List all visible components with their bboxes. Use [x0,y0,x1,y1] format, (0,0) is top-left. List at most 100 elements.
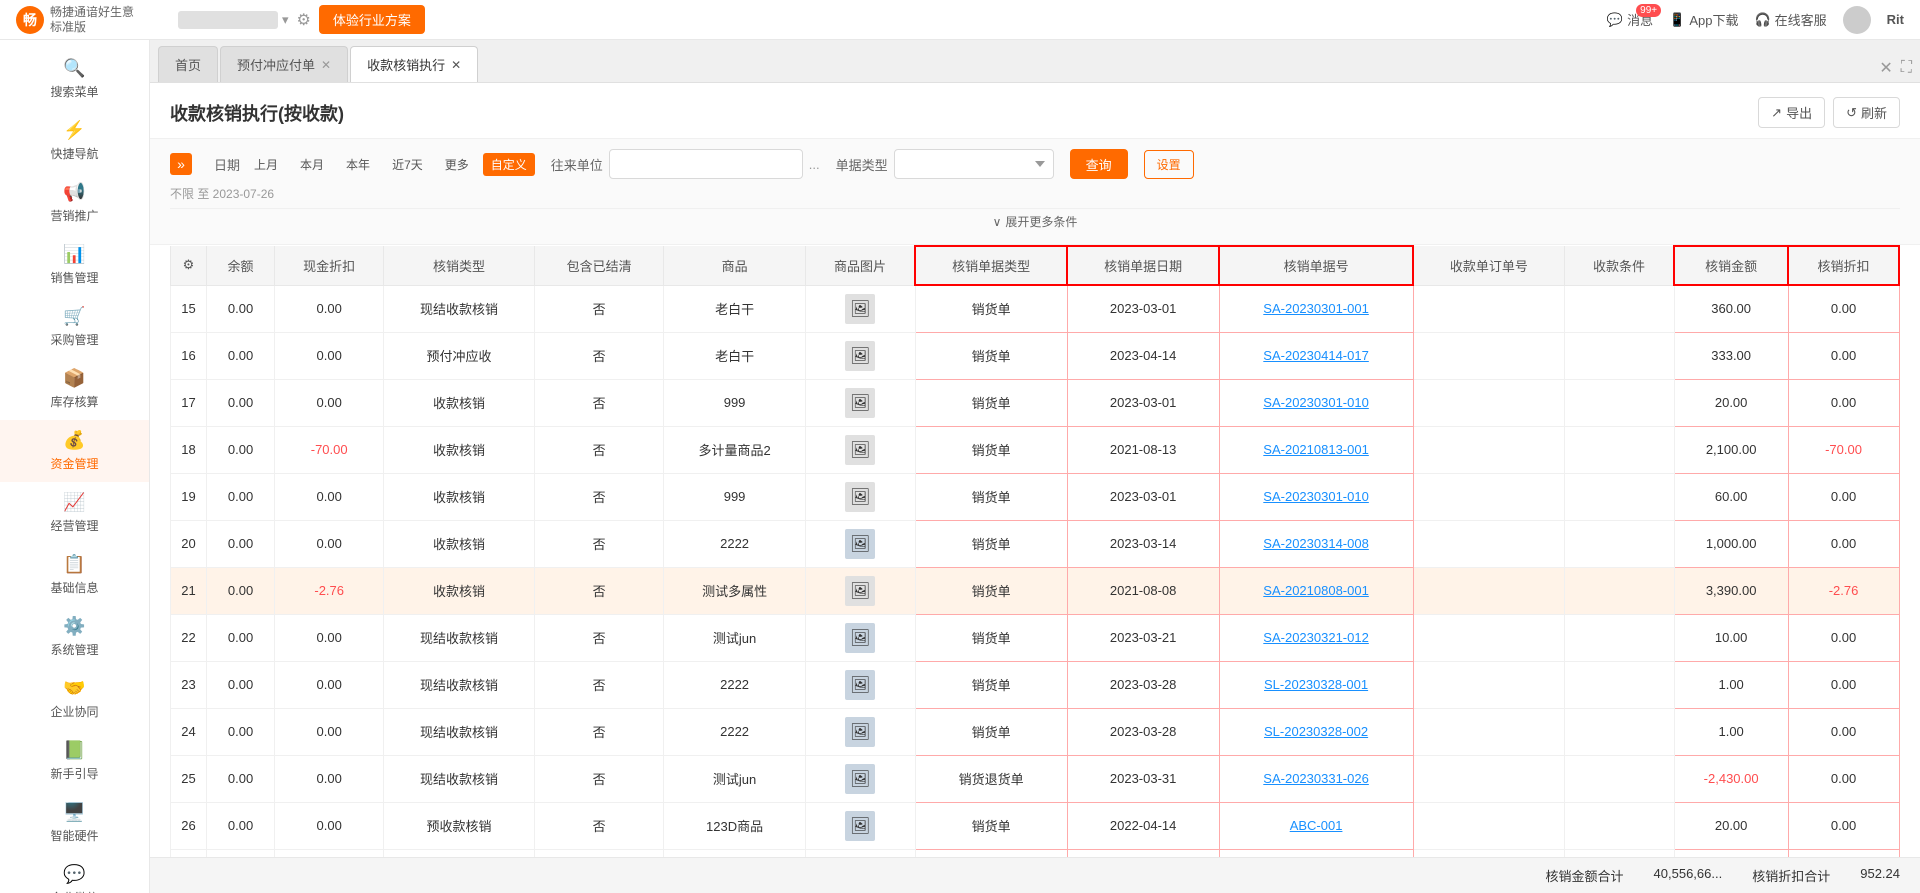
cell-verify-type: 现结收款核销 [384,755,534,802]
sidebar-icon-0: 🔍 [63,58,85,79]
cell-include-settled: 否 [534,285,664,332]
verify-amount-value: 1.00 [1718,724,1743,739]
last-7days-btn[interactable]: 近7天 [384,153,431,176]
cell-bill-no[interactable]: SL-20230328-001 [1219,661,1413,708]
user-avatar[interactable] [1843,6,1871,34]
cell-bill-no[interactable]: SA-20230321-012 [1219,614,1413,661]
cell-id: 15 [171,285,207,332]
cell-bill-no[interactable]: SA-20230331-026 [1219,755,1413,802]
date-group: 上月 本月 本年 近7天 更多 自定义 [246,153,535,176]
table-row: 22 0.00 0.00 现结收款核销 否 测试jun 🖼 销货单 2023-0… [171,614,1900,661]
notification-item[interactable]: 💬 消息 99+ [1607,10,1653,29]
this-month-btn[interactable]: 本月 [292,153,332,176]
cell-goods: 123D商品 [664,802,805,849]
cell-verify-discount: 0.00 [1788,849,1899,857]
counterparty-input[interactable] [609,149,803,179]
cell-bill-date: 2023-03-28 [1067,708,1219,755]
tab-close-1[interactable]: ✕ [321,58,331,72]
sidebar-item-7[interactable]: 📈经营管理 [0,482,149,544]
bill-type-select[interactable] [894,149,1054,179]
cell-bill-no[interactable]: SA-20230314-008 [1219,520,1413,567]
filter-row-2: 不限 至 2023-07-26 [170,185,1900,202]
table-row: 25 0.00 0.00 现结收款核销 否 测试jun 🖼 销货退货单 2023… [171,755,1900,802]
refresh-button[interactable]: ↺ 刷新 [1833,97,1900,128]
sidebar-item-11[interactable]: 📗新手引导 [0,730,149,792]
tabs-bar: 首页预付冲应付单✕ 收款核销执行 ✕ ✕ ⛶ [150,40,1920,82]
company-selector[interactable]: ▾ [178,11,289,29]
tab-1[interactable]: 预付冲应付单✕ [220,46,348,82]
col-header-settings[interactable]: ⚙ [171,246,207,285]
sidebar-item-4[interactable]: 🛒采购管理 [0,296,149,358]
more-btn[interactable]: 更多 [437,153,477,176]
cell-bill-no[interactable]: SA-20210808-001 [1219,567,1413,614]
cell-verify-amount: 20.00 [1674,802,1788,849]
sidebar-item-5[interactable]: 📦库存核算 [0,358,149,420]
filter-collapse-btn[interactable]: » [170,153,192,175]
cell-bill-no[interactable]: SL-20230328-002 [1219,708,1413,755]
goods-image: 🖼 [845,811,875,841]
export-button[interactable]: ↗ 导出 [1758,97,1825,128]
sidebar-item-0[interactable]: 🔍 搜索菜单 [0,48,149,110]
logo-text: 畅捷通谙好生意 标准版 [50,5,134,34]
sidebar-icon-11: 📗 [63,740,85,761]
cell-bill-no[interactable]: SA-20230301-001 [1219,285,1413,332]
app-download-item[interactable]: 📱 App下载 [1669,10,1738,29]
logo-area: 畅 畅捷通谙好生意 标准版 [16,5,166,34]
tab-2[interactable]: 收款核销执行 ✕ [350,46,478,83]
tab-close-2[interactable]: ✕ [451,58,461,72]
cell-receipt-order-no [1413,520,1564,567]
cell-goods-img: 🖼 [805,755,915,802]
sidebar-item-1[interactable]: ⚡快捷导航 [0,110,149,172]
sidebar-item-9[interactable]: ⚙️系统管理 [0,606,149,668]
tab-label-0: 首页 [175,55,201,74]
tab-close-window-btn[interactable]: ✕ [1879,58,1892,78]
settings-icon[interactable]: ⚙ [297,10,311,30]
cell-bill-no[interactable]: SL-20230408-001 [1219,849,1413,857]
cell-bill-no[interactable]: SA-20230301-010 [1219,473,1413,520]
this-year-btn[interactable]: 本年 [338,153,378,176]
sidebar-label-0: 搜索菜单 [50,83,98,100]
table-header: ⚙ 余额 现金折扣 核销类型 包含已结清 商品 商品图片 核销单据类型 核销单据… [171,246,1900,285]
cell-bill-no[interactable]: ABC-001 [1219,802,1413,849]
cell-cash-discount: 0.00 [275,332,384,379]
cell-verify-type: 现结收款核销 [384,614,534,661]
cell-bill-no[interactable]: SA-20230414-017 [1219,332,1413,379]
cell-goods-img: 🖼 [805,426,915,473]
cell-id: 23 [171,661,207,708]
col-header-verify-type: 核销类型 [384,246,534,285]
table-row: 18 0.00 -70.00 收款核销 否 多计量商品2 🖼 销货单 2021-… [171,426,1900,473]
sidebar-item-6[interactable]: 💰资金管理 [0,420,149,482]
cell-cash-discount: 0.00 [275,614,384,661]
sidebar-item-10[interactable]: 🤝企业协同 [0,668,149,730]
cell-balance: 0.00 [207,614,275,661]
cell-verify-type: 预付冲应收 [384,332,534,379]
sidebar-icon-6: 💰 [63,430,85,451]
table-row: 23 0.00 0.00 现结收款核销 否 2222 🖼 销货单 2023-03… [171,661,1900,708]
industry-button[interactable]: 体验行业方案 [319,5,425,34]
tab-label-2: 收款核销执行 [367,55,445,74]
sidebar-item-2[interactable]: 📢营销推广 [0,172,149,234]
cell-include-settled: 否 [534,332,664,379]
cell-cash-discount: -70.00 [275,426,384,473]
online-support-item[interactable]: 🎧 在线客服 [1754,10,1826,29]
cell-bill-no[interactable]: SA-20210813-001 [1219,426,1413,473]
tab-0[interactable]: 首页 [158,46,218,82]
search-button[interactable]: 查询 [1070,149,1128,179]
col-header-receipt-order-no: 收款单订单号 [1413,246,1564,285]
col-header-bill-type: 核销单据类型 [915,246,1067,285]
expand-more-button[interactable]: ∨ 展开更多条件 [170,208,1900,234]
sidebar-item-8[interactable]: 📋基础信息 [0,544,149,606]
sidebar-item-3[interactable]: 📊销售管理 [0,234,149,296]
sidebar-item-13[interactable]: 💬企业微信 [0,854,149,893]
header-actions: ↗ 导出 ↺ 刷新 [1758,97,1900,128]
cell-bill-no[interactable]: SA-20230301-010 [1219,379,1413,426]
settings-button[interactable]: 设置 [1144,150,1194,179]
cell-verify-discount: 0.00 [1788,332,1899,379]
sidebar-label-12: 智能硬件 [50,827,98,844]
tab-maximize-btn[interactable]: ⛶ [1901,59,1912,77]
custom-btn[interactable]: 自定义 [483,153,535,176]
sidebar-item-12[interactable]: 🖥️智能硬件 [0,792,149,854]
cell-bill-type: 销货单 [915,708,1067,755]
last-month-btn[interactable]: 上月 [246,153,286,176]
cell-verify-type: 预收款核销 [384,802,534,849]
